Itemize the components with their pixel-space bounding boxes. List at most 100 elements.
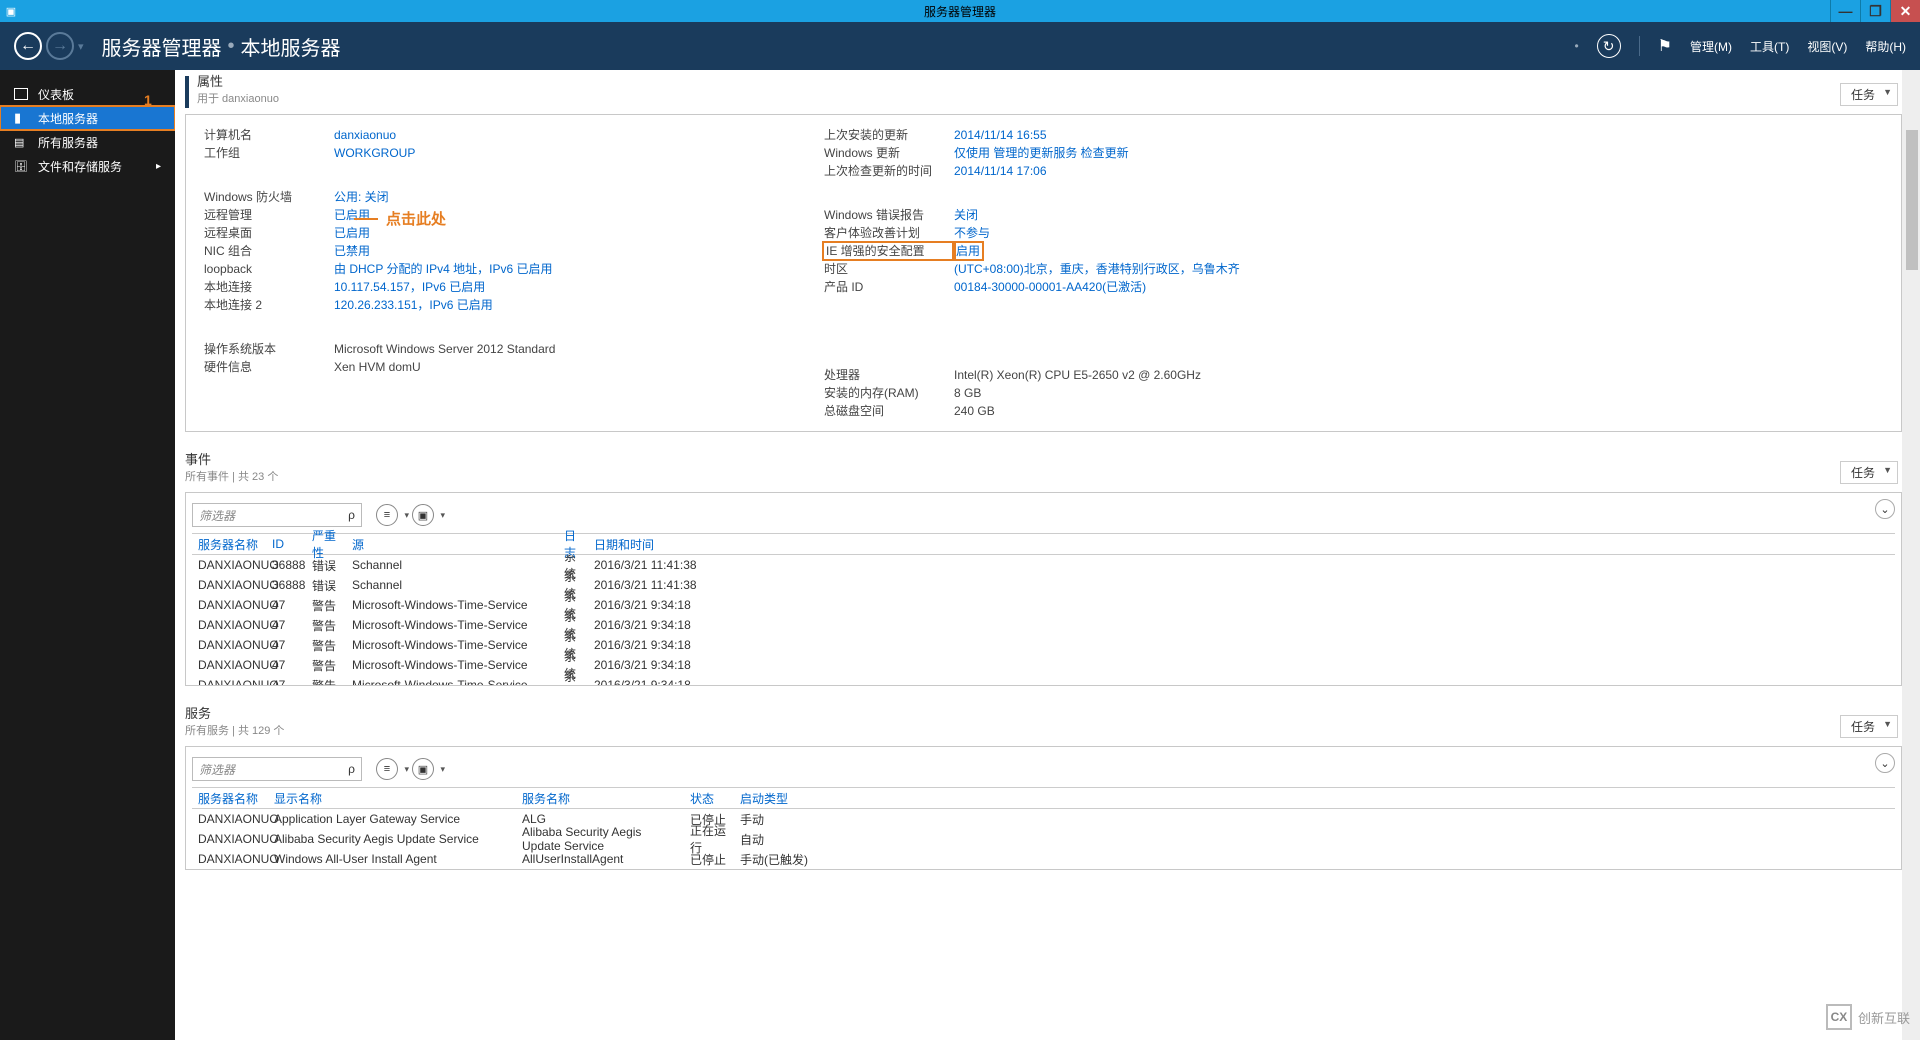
filter-options-button[interactable]: ≡ xyxy=(376,504,398,526)
prop-value[interactable]: 2014/11/14 16:55 xyxy=(954,127,1047,143)
expand-button[interactable]: ⌄ xyxy=(1875,753,1895,773)
prop-value[interactable]: WORKGROUP xyxy=(334,145,415,161)
table-row[interactable]: DANXIAONUOApplication Layer Gateway Serv… xyxy=(192,809,1895,829)
prop-label: 处理器 xyxy=(824,367,954,383)
refresh-icon[interactable]: ↻ xyxy=(1597,34,1621,58)
col-service-name[interactable]: 服务名称 xyxy=(516,790,684,807)
col-status[interactable]: 状态 xyxy=(684,790,734,807)
table-row[interactable]: DANXIAONUO47警告Microsoft-Windows-Time-Ser… xyxy=(192,595,1895,615)
prop-row: 客户体验改善计划不参与 xyxy=(824,225,1364,241)
prop-value[interactable]: 关闭 xyxy=(954,207,978,223)
nav-forward-button[interactable]: → xyxy=(46,32,74,60)
minimize-button[interactable]: — xyxy=(1830,0,1860,22)
scroll-thumb[interactable] xyxy=(1906,130,1918,270)
search-icon[interactable]: ρ xyxy=(348,508,355,522)
table-row[interactable]: DANXIAONUO47警告Microsoft-Windows-Time-Ser… xyxy=(192,655,1895,675)
menu-help[interactable]: 帮助(H) xyxy=(1865,38,1906,55)
save-query-button[interactable]: ▣ xyxy=(412,504,434,526)
filter-input[interactable]: 筛选器 ρ xyxy=(192,757,362,781)
header-dash[interactable]: • xyxy=(1574,39,1578,53)
sidebar-item-label: 仪表板 xyxy=(38,86,74,103)
prop-value[interactable]: (UTC+08:00)北京，重庆，香港特别行政区，乌鲁木齐 xyxy=(954,261,1240,277)
sidebar-item-label: 本地服务器 xyxy=(38,110,98,127)
prop-row: 产品 ID00184-30000-00001-AA420(已激活) xyxy=(824,279,1364,295)
app-icon: ▣ xyxy=(0,0,22,22)
properties-section: 属性 用于 danxiaonuo 任务 计算机名danxiaonuo工作组WOR… xyxy=(185,76,1902,432)
tasks-dropdown[interactable]: 任务 xyxy=(1840,83,1898,106)
prop-row: NIC 组合已禁用 xyxy=(204,243,764,259)
prop-value[interactable]: 10.117.54.157，IPv6 已启用 xyxy=(334,279,485,295)
menu-manage[interactable]: 管理(M) xyxy=(1690,38,1732,55)
expand-button[interactable]: ⌄ xyxy=(1875,499,1895,519)
col-server[interactable]: 服务器名称 xyxy=(192,790,268,807)
close-button[interactable]: ✕ xyxy=(1890,0,1920,22)
section-subtitle: 用于 danxiaonuo xyxy=(197,90,279,106)
page-scrollbar[interactable] xyxy=(1902,70,1920,1040)
ie-esc-value[interactable]: 启用 xyxy=(954,243,982,259)
sidebar-item-file-storage[interactable]: 🗄 文件和存储服务 ▸ xyxy=(0,154,175,178)
menu-tools[interactable]: 工具(T) xyxy=(1750,38,1789,55)
all-servers-icon: ▤ xyxy=(14,136,28,149)
prop-label: 上次检查更新的时间 xyxy=(824,163,954,179)
nav-dropdown-icon[interactable]: ▾ xyxy=(78,40,84,53)
col-id[interactable]: ID xyxy=(266,537,306,551)
sidebar-item-all-servers[interactable]: ▤ 所有服务器 xyxy=(0,130,175,154)
watermark: CX 创新互联 xyxy=(1826,1004,1910,1030)
prop-label: Windows 错误报告 xyxy=(824,207,954,223)
col-server[interactable]: 服务器名称 xyxy=(192,536,266,553)
events-grid-body: DANXIAONUO36888错误Schannel系统2016/3/21 11:… xyxy=(192,555,1895,685)
prop-value[interactable]: 已启用 xyxy=(334,225,370,241)
prop-value[interactable]: 00184-30000-00001-AA420(已激活) xyxy=(954,279,1146,295)
table-row[interactable]: DANXIAONUO36888错误Schannel系统2016/3/21 11:… xyxy=(192,555,1895,575)
save-query-button[interactable]: ▣ xyxy=(412,758,434,780)
prop-row: Windows 防火墙公用: 关闭 xyxy=(204,189,764,205)
sidebar-item-local-server[interactable]: ▮ 本地服务器 xyxy=(0,106,175,130)
col-start-type[interactable]: 启动类型 xyxy=(734,790,814,807)
prop-label: Windows 防火墙 xyxy=(204,189,334,205)
filter-input[interactable]: 筛选器ρ xyxy=(192,503,362,527)
services-section: 服务 所有服务 | 共 129 个 任务 筛选器ρ ≡ ▣ ⌄ 服务器名称 显示… xyxy=(185,708,1902,870)
prop-value[interactable]: 公用: 关闭 xyxy=(334,189,389,205)
prop-row: 硬件信息Xen HVM domU xyxy=(204,359,764,375)
prop-row: IE 增强的安全配置启用 xyxy=(824,243,1364,259)
flag-icon[interactable]: ⚑ xyxy=(1658,36,1672,56)
prop-row: 工作组WORKGROUP xyxy=(204,145,764,161)
table-row[interactable]: DANXIAONUO36888错误Schannel系统2016/3/21 11:… xyxy=(192,575,1895,595)
nav-back-button[interactable]: ← xyxy=(14,32,42,60)
prop-row: 安装的内存(RAM)8 GB xyxy=(824,385,1364,401)
prop-value: 8 GB xyxy=(954,385,981,401)
search-icon[interactable]: ρ xyxy=(348,762,355,776)
table-row[interactable]: DANXIAONUOWindows All-User Install Agent… xyxy=(192,849,1895,869)
prop-value[interactable]: danxiaonuo xyxy=(334,127,396,143)
sidebar-item-label: 文件和存储服务 xyxy=(38,158,122,175)
prop-row: 远程管理已启用 xyxy=(204,207,764,223)
col-datetime[interactable]: 日期和时间 xyxy=(588,536,748,553)
maximize-button[interactable]: ❐ xyxy=(1860,0,1890,22)
filter-options-button[interactable]: ≡ xyxy=(376,758,398,780)
prop-value[interactable]: 已禁用 xyxy=(334,243,370,259)
menu-view[interactable]: 视图(V) xyxy=(1807,38,1847,55)
prop-value[interactable]: 120.26.233.151，IPv6 已启用 xyxy=(334,297,493,313)
table-row[interactable]: DANXIAONUO47警告Microsoft-Windows-Time-Ser… xyxy=(192,675,1895,685)
prop-value: Xen HVM domU xyxy=(334,359,421,375)
prop-label: 本地连接 2 xyxy=(204,297,334,313)
filter-placeholder: 筛选器 xyxy=(199,761,235,778)
prop-label: loopback xyxy=(204,261,334,277)
tasks-dropdown[interactable]: 任务 xyxy=(1840,715,1898,738)
sidebar: 仪表板 ▮ 本地服务器 ▤ 所有服务器 🗄 文件和存储服务 ▸ xyxy=(0,70,175,1040)
tasks-dropdown[interactable]: 任务 xyxy=(1840,461,1898,484)
annotation-1: 1 xyxy=(144,92,152,108)
table-row[interactable]: DANXIAONUOAlibaba Security Aegis Update … xyxy=(192,829,1895,849)
table-row[interactable]: DANXIAONUO47警告Microsoft-Windows-Time-Ser… xyxy=(192,635,1895,655)
prop-value[interactable]: 已启用 xyxy=(334,207,370,223)
col-display-name[interactable]: 显示名称 xyxy=(268,790,516,807)
prop-value[interactable]: 仅使用 管理的更新服务 检查更新 xyxy=(954,145,1129,161)
header-divider xyxy=(1639,36,1640,56)
prop-row: 上次检查更新的时间2014/11/14 17:06 xyxy=(824,163,1364,179)
prop-value[interactable]: 2014/11/14 17:06 xyxy=(954,163,1047,179)
prop-value[interactable]: 不参与 xyxy=(954,225,990,241)
prop-value[interactable]: 由 DHCP 分配的 IPv4 地址，IPv6 已启用 xyxy=(334,261,552,277)
breadcrumb-root[interactable]: 服务器管理器 xyxy=(102,32,222,61)
table-row[interactable]: DANXIAONUO47警告Microsoft-Windows-Time-Ser… xyxy=(192,615,1895,635)
col-source[interactable]: 源 xyxy=(346,536,558,553)
